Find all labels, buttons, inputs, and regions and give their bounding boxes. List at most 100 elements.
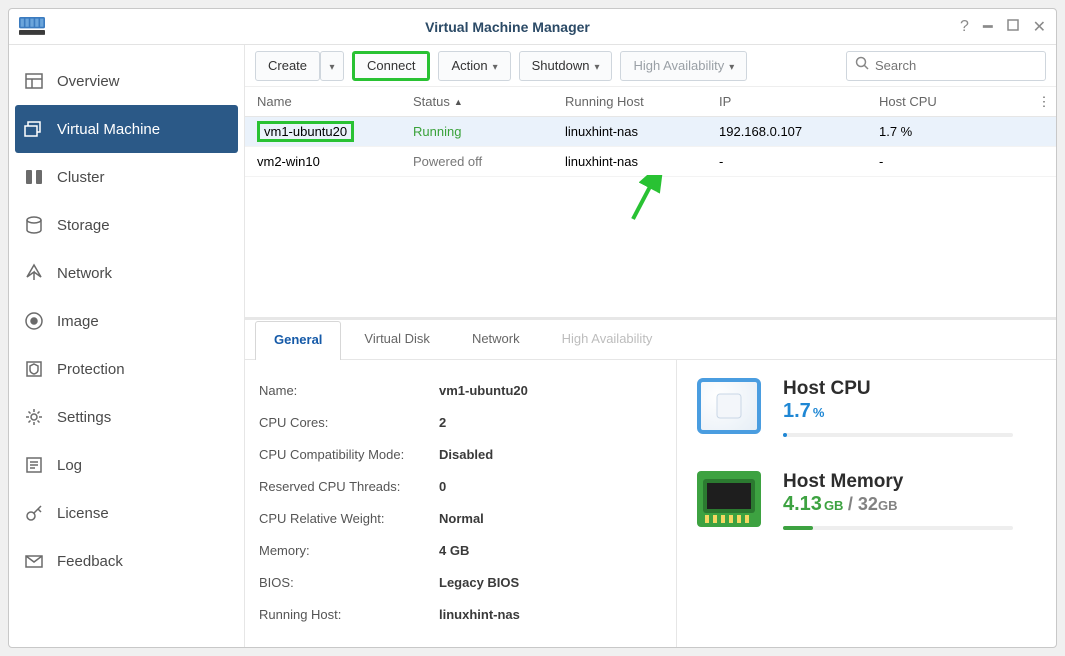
- minimize-icon[interactable]: ━: [983, 17, 993, 37]
- protection-icon: [23, 358, 45, 380]
- cpu-chip-icon: [697, 378, 761, 434]
- sidebar-item-overview[interactable]: Overview: [9, 57, 244, 105]
- chevron-down-icon: [729, 58, 734, 73]
- sidebar-item-label: Log: [57, 457, 82, 474]
- gear-icon: [23, 406, 45, 428]
- sidebar-item-storage[interactable]: Storage: [9, 201, 244, 249]
- sidebar-item-license[interactable]: License: [9, 489, 244, 537]
- cluster-icon: [23, 166, 45, 188]
- sidebar-item-virtual-machine[interactable]: Virtual Machine: [15, 105, 238, 153]
- host-cpu-title: Host CPU: [783, 378, 1013, 400]
- key-icon: [23, 502, 45, 524]
- prop-value-reserved-threads: 0: [439, 479, 662, 494]
- column-menu-button[interactable]: ⋮: [1032, 94, 1056, 110]
- table-row[interactable]: vm1-ubuntu20 Running linuxhint-nas 192.1…: [245, 117, 1056, 147]
- search-input[interactable]: [875, 58, 1051, 73]
- annotation-arrow: [625, 175, 665, 227]
- overview-icon: [23, 70, 45, 92]
- tab-virtual-disk[interactable]: Virtual Disk: [345, 320, 449, 359]
- sidebar-item-label: Settings: [57, 409, 111, 426]
- vm-host: linuxhint-nas: [565, 124, 719, 139]
- host-cpu-value: 1.7: [783, 400, 811, 422]
- maximize-icon[interactable]: [1007, 18, 1019, 36]
- app-icon: [19, 17, 45, 37]
- vm-cpu: -: [879, 154, 1032, 169]
- high-availability-button[interactable]: High Availability: [620, 51, 747, 81]
- search-input-wrapper[interactable]: [846, 51, 1046, 81]
- sidebar-item-label: Network: [57, 265, 112, 282]
- column-header-ip[interactable]: IP: [719, 94, 879, 109]
- chevron-down-icon: [594, 58, 599, 73]
- sidebar-item-image[interactable]: Image: [9, 297, 244, 345]
- sidebar-item-settings[interactable]: Settings: [9, 393, 244, 441]
- memory-chip-icon: [697, 471, 761, 527]
- host-memory-title: Host Memory: [783, 471, 1013, 493]
- prop-label-bios: BIOS:: [259, 575, 439, 590]
- sidebar: Overview Virtual Machine Cluster Storage…: [9, 45, 245, 647]
- prop-value-cpu-weight: Normal: [439, 511, 662, 526]
- vm-name: vm2-win10: [257, 154, 413, 169]
- prop-value-cpu-compat: Disabled: [439, 447, 662, 462]
- prop-label-name: Name:: [259, 383, 439, 398]
- vm-ip: -: [719, 154, 879, 169]
- mail-icon: [23, 550, 45, 572]
- column-header-name[interactable]: Name: [257, 94, 413, 109]
- prop-label-cpu-compat: CPU Compatibility Mode:: [259, 447, 439, 462]
- sidebar-item-protection[interactable]: Protection: [9, 345, 244, 393]
- vm-cpu: 1.7 %: [879, 124, 1032, 139]
- prop-value-bios: Legacy BIOS: [439, 575, 662, 590]
- create-dropdown-button[interactable]: [320, 51, 344, 81]
- sidebar-item-label: Storage: [57, 217, 110, 234]
- host-memory-used: 4.13: [783, 493, 822, 515]
- sidebar-item-cluster[interactable]: Cluster: [9, 153, 244, 201]
- sidebar-item-label: Protection: [57, 361, 125, 378]
- sidebar-item-network[interactable]: Network: [9, 249, 244, 297]
- sidebar-item-label: Feedback: [57, 553, 123, 570]
- sort-asc-icon: ▲: [454, 97, 463, 107]
- tab-high-availability[interactable]: High Availability: [543, 320, 672, 359]
- chevron-down-icon: [493, 58, 498, 73]
- vm-host: linuxhint-nas: [565, 154, 719, 169]
- prop-value-name: vm1-ubuntu20: [439, 383, 662, 398]
- image-icon: [23, 310, 45, 332]
- log-icon: [23, 454, 45, 476]
- column-header-running-host[interactable]: Running Host: [565, 94, 719, 109]
- action-button[interactable]: Action: [438, 51, 510, 81]
- close-icon[interactable]: ✕: [1033, 17, 1046, 37]
- search-icon: [855, 56, 869, 75]
- vm-ip: 192.168.0.107: [719, 124, 879, 139]
- sidebar-item-label: Overview: [57, 73, 120, 90]
- sidebar-item-log[interactable]: Log: [9, 441, 244, 489]
- sidebar-item-label: Image: [57, 313, 99, 330]
- table-row[interactable]: vm2-win10 Powered off linuxhint-nas - -: [245, 147, 1056, 177]
- storage-icon: [23, 214, 45, 236]
- host-cpu-bar: [783, 433, 1013, 437]
- shutdown-button[interactable]: Shutdown: [519, 51, 613, 81]
- tab-general[interactable]: General: [255, 321, 341, 360]
- prop-label-reserved-threads: Reserved CPU Threads:: [259, 479, 439, 494]
- sidebar-item-feedback[interactable]: Feedback: [9, 537, 244, 585]
- column-header-status[interactable]: Status ▲: [413, 94, 565, 109]
- prop-label-memory: Memory:: [259, 543, 439, 558]
- prop-label-cpu-weight: CPU Relative Weight:: [259, 511, 439, 526]
- host-memory-bar: [783, 526, 1013, 530]
- vm-status: Powered off: [413, 154, 565, 169]
- tab-network[interactable]: Network: [453, 320, 539, 359]
- prop-value-memory: 4 GB: [439, 543, 662, 558]
- prop-value-running-host: linuxhint-nas: [439, 607, 662, 622]
- window-title: Virtual Machine Manager: [55, 19, 960, 35]
- vm-status: Running: [413, 124, 565, 139]
- help-icon[interactable]: ?: [960, 18, 969, 36]
- prop-value-cpu-cores: 2: [439, 415, 662, 430]
- vm-name: vm1-ubuntu20: [257, 121, 354, 142]
- vm-icon: [23, 118, 45, 140]
- create-button[interactable]: Create: [255, 51, 320, 81]
- host-memory-total: 32: [858, 494, 878, 514]
- connect-button[interactable]: Connect: [352, 51, 430, 81]
- prop-label-running-host: Running Host:: [259, 607, 439, 622]
- network-icon: [23, 262, 45, 284]
- sidebar-item-label: Cluster: [57, 169, 105, 186]
- column-header-host-cpu[interactable]: Host CPU: [879, 94, 1032, 109]
- sidebar-item-label: Virtual Machine: [57, 121, 160, 138]
- prop-label-cpu-cores: CPU Cores:: [259, 415, 439, 430]
